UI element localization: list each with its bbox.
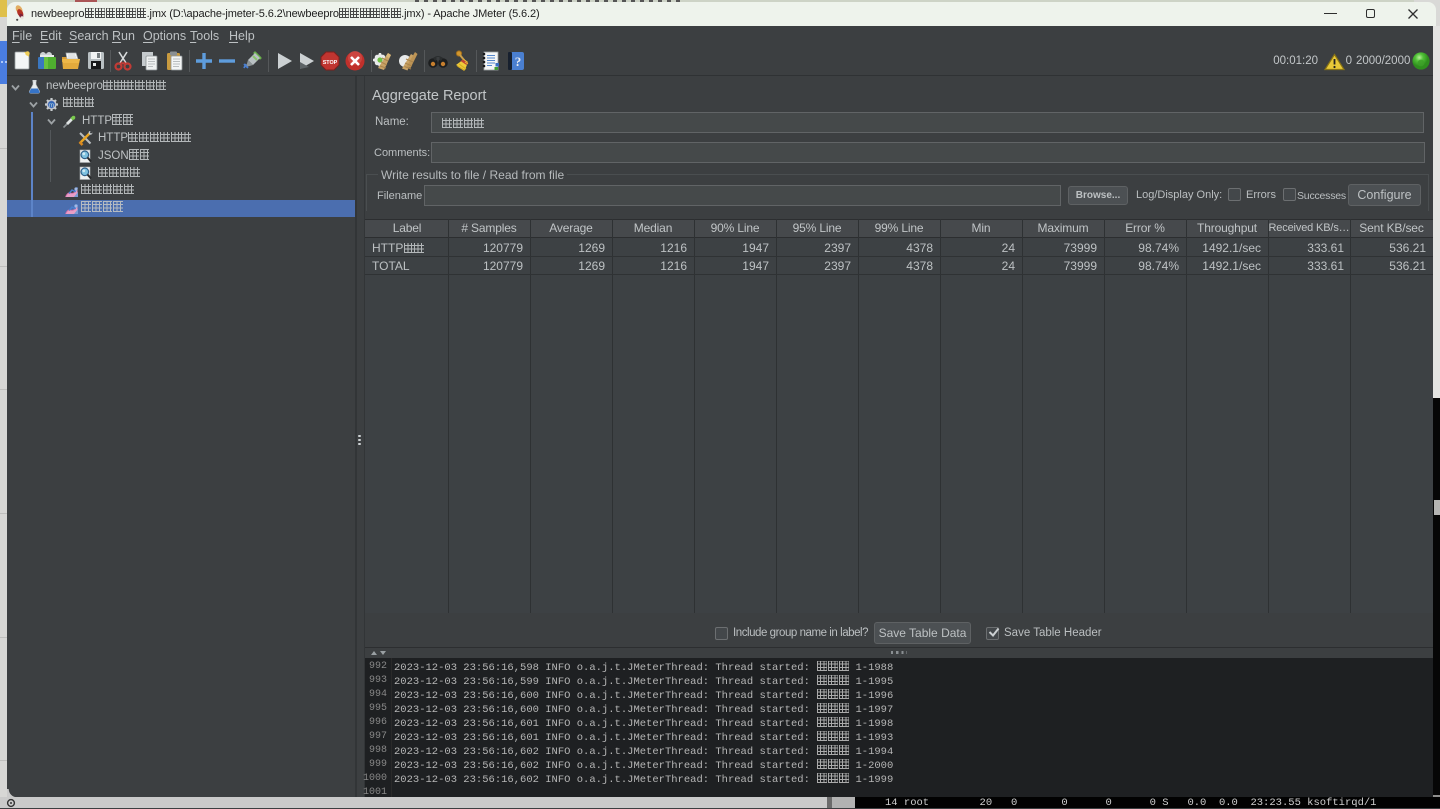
svg-text:m: m	[49, 103, 54, 109]
svg-text:?: ?	[515, 54, 522, 69]
svg-text:STOP: STOP	[323, 60, 338, 66]
